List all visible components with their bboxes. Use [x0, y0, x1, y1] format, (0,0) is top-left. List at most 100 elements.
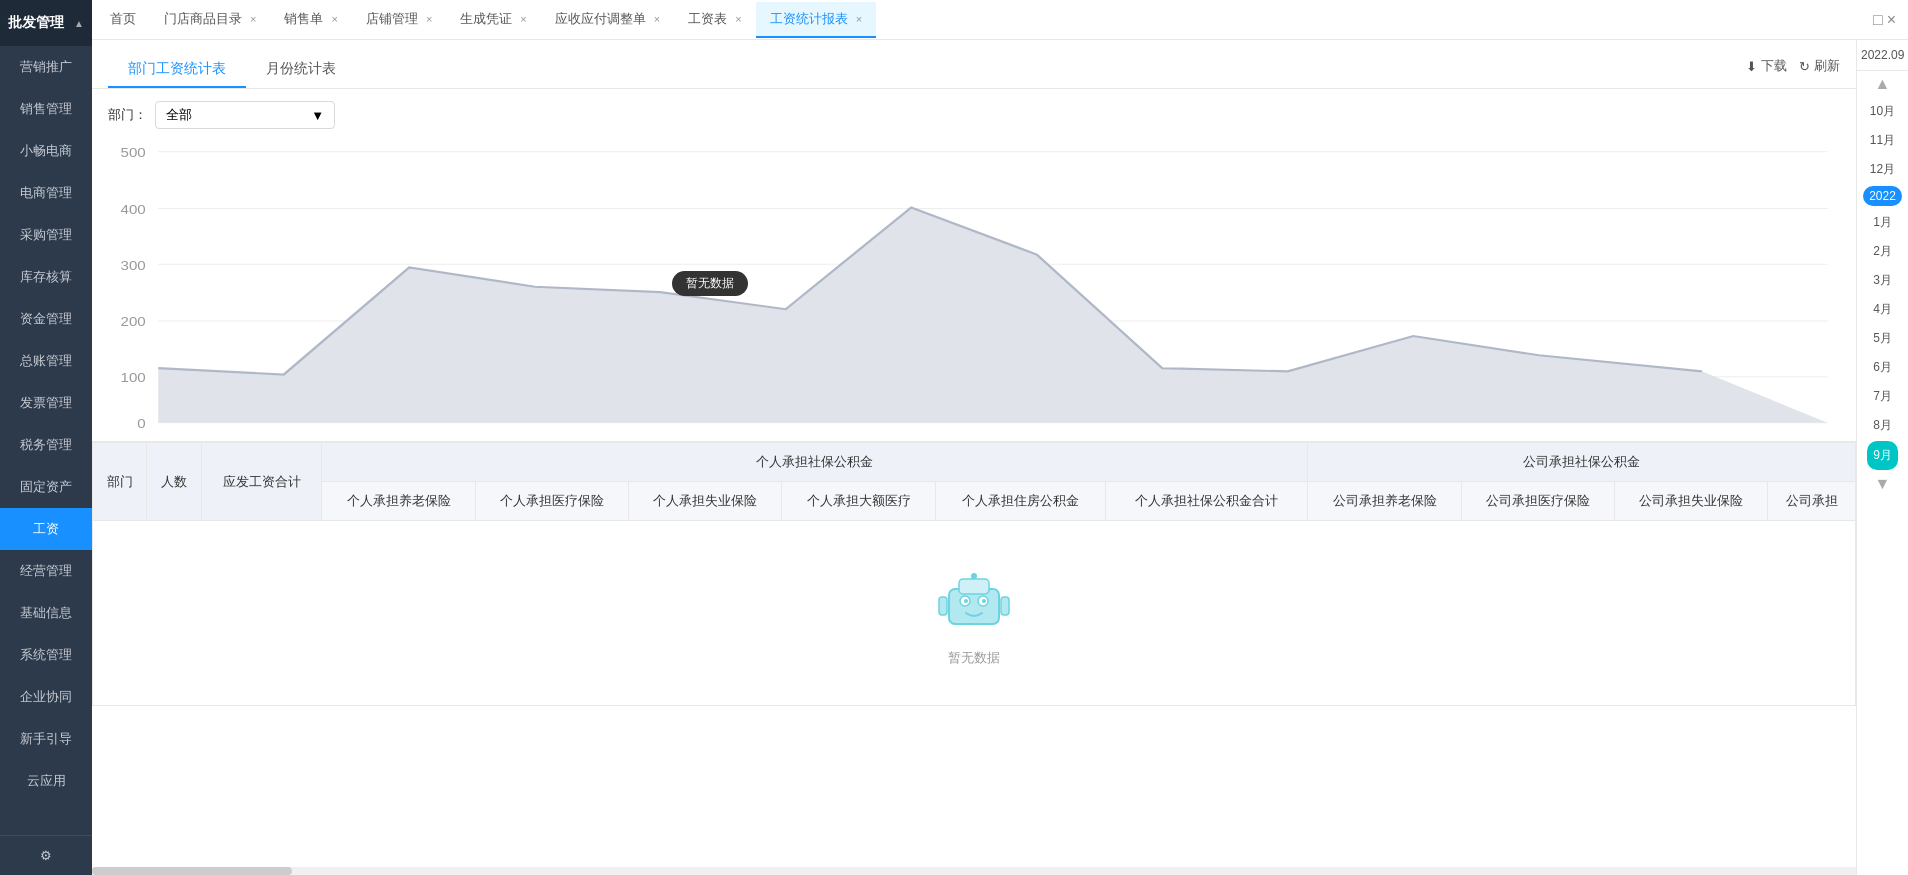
sidebar-item-小畅电商[interactable]: 小畅电商 — [0, 130, 92, 172]
date-item-4月[interactable]: 4月 — [1863, 295, 1902, 324]
svg-text:200: 200 — [121, 314, 146, 329]
dept-select-value: 全部 — [166, 106, 192, 124]
tab-close-icon[interactable]: × — [654, 13, 660, 25]
col-个人承担医疗保险: 个人承担医疗保险 — [475, 482, 628, 521]
tab-门店商品目录[interactable]: 门店商品目录× — [150, 2, 270, 38]
svg-rect-16 — [939, 597, 947, 615]
date-item-3月[interactable]: 3月 — [1863, 266, 1902, 295]
stats-table: 部门 人数 应发工资合计 个人承担社保公积金 公司承担社保公积金 个人承担养老保… — [92, 442, 1856, 706]
svg-text:500: 500 — [121, 145, 146, 160]
date-item-8月[interactable]: 8月 — [1863, 411, 1902, 440]
refresh-label: 刷新 — [1814, 57, 1840, 75]
refresh-button[interactable]: ↻ 刷新 — [1799, 57, 1840, 75]
sidebar-item-经营管理[interactable]: 经营管理 — [0, 550, 92, 592]
col-count: 人数 — [147, 443, 201, 521]
col-company-公司承担: 公司承担 — [1768, 482, 1856, 521]
tabbar-actions: □ × — [1873, 11, 1904, 29]
date-item-11月[interactable]: 11月 — [1863, 126, 1902, 155]
sub-tab-部门工资统计表[interactable]: 部门工资统计表 — [108, 52, 246, 88]
sidebar-item-工资[interactable]: 工资 — [0, 508, 92, 550]
date-item-1月[interactable]: 1月 — [1863, 208, 1902, 237]
tab-首页[interactable]: 首页 — [96, 2, 150, 38]
col-个人承担社保公积金合计: 个人承担社保公积金合计 — [1105, 482, 1308, 521]
close-all-button[interactable]: × — [1887, 11, 1896, 29]
download-label: 下载 — [1761, 57, 1787, 75]
sub-tabs: 部门工资统计表月份统计表 ⬇ 下载 ↻ 刷新 — [92, 40, 1856, 89]
tab-工资表[interactable]: 工资表× — [674, 2, 755, 38]
download-button[interactable]: ⬇ 下载 — [1746, 57, 1787, 75]
date-item-6月[interactable]: 6月 — [1863, 353, 1902, 382]
tabs-container: 首页门店商品目录×销售单×店铺管理×生成凭证×应收应付调整单×工资表×工资统计报… — [96, 2, 1873, 38]
col-个人承担住房公积金: 个人承担住房公积金 — [935, 482, 1105, 521]
tab-生成凭证[interactable]: 生成凭证× — [446, 2, 540, 38]
chart-svg: 500 400 300 200 100 0 — [108, 141, 1840, 441]
sidebar: 批发管理 ▲ 营销推广销售管理小畅电商电商管理采购管理库存核算资金管理总账管理发… — [0, 0, 92, 875]
tab-close-icon[interactable]: × — [426, 13, 432, 25]
download-icon: ⬇ — [1746, 59, 1757, 74]
sidebar-item-新手引导[interactable]: 新手引导 — [0, 718, 92, 760]
dept-select[interactable]: 全部 ▼ — [155, 101, 335, 129]
sub-tab-月份统计表[interactable]: 月份统计表 — [246, 52, 356, 88]
date-item-10月[interactable]: 10月 — [1863, 97, 1902, 126]
sidebar-item-云应用[interactable]: 云应用 — [0, 760, 92, 802]
sidebar-title: 批发管理 — [8, 14, 64, 32]
sidebar-header[interactable]: 批发管理 ▲ — [0, 0, 92, 46]
col-company-公司承担医疗保险: 公司承担医疗保险 — [1461, 482, 1614, 521]
settings-button[interactable]: ⚙ — [0, 835, 92, 875]
svg-rect-17 — [1001, 597, 1009, 615]
table-row: 暂无数据 — [93, 521, 1856, 706]
sidebar-collapse-icon: ▲ — [74, 18, 84, 29]
sidebar-item-销售管理[interactable]: 销售管理 — [0, 88, 92, 130]
sidebar-item-发票管理[interactable]: 发票管理 — [0, 382, 92, 424]
sidebar-item-固定资产[interactable]: 固定资产 — [0, 466, 92, 508]
date-item-5月[interactable]: 5月 — [1863, 324, 1902, 353]
col-group-personal: 个人承担社保公积金 — [322, 443, 1308, 482]
sidebar-item-营销推广[interactable]: 营销推广 — [0, 46, 92, 88]
tab-close-icon[interactable]: × — [250, 13, 256, 25]
sidebar-item-企业协同[interactable]: 企业协同 — [0, 676, 92, 718]
date-items-container: 10月11月12月20221月2月3月4月5月6月7月8月9月 — [1863, 97, 1902, 471]
tab-close-icon[interactable]: × — [331, 13, 337, 25]
date-nav-up[interactable]: ▲ — [1871, 71, 1895, 97]
date-item-7月[interactable]: 7月 — [1863, 382, 1902, 411]
chevron-down-icon: ▼ — [311, 108, 324, 123]
col-个人承担养老保险: 个人承担养老保险 — [322, 482, 475, 521]
date-item-12月[interactable]: 12月 — [1863, 155, 1902, 184]
settings-icon: ⚙ — [40, 848, 52, 863]
tab-店铺管理[interactable]: 店铺管理× — [352, 2, 446, 38]
svg-text:400: 400 — [121, 202, 146, 217]
sub-tabs-right: ⬇ 下载 ↻ 刷新 — [1746, 57, 1840, 83]
tab-工资统计报表[interactable]: 工资统计报表× — [756, 2, 876, 38]
date-item-9月[interactable]: 9月 — [1867, 441, 1898, 470]
tab-销售单[interactable]: 销售单× — [270, 2, 351, 38]
main-area: 首页门店商品目录×销售单×店铺管理×生成凭证×应收应付调整单×工资表×工资统计报… — [92, 0, 1908, 875]
date-nav-down[interactable]: ▼ — [1871, 471, 1895, 497]
sidebar-item-税务管理[interactable]: 税务管理 — [0, 424, 92, 466]
sidebar-item-系统管理[interactable]: 系统管理 — [0, 634, 92, 676]
empty-state: 暂无数据 — [101, 529, 1847, 697]
sidebar-item-电商管理[interactable]: 电商管理 — [0, 172, 92, 214]
sidebar-item-总账管理[interactable]: 总账管理 — [0, 340, 92, 382]
sidebar-item-资金管理[interactable]: 资金管理 — [0, 298, 92, 340]
restore-button[interactable]: □ — [1873, 11, 1883, 29]
refresh-icon: ↻ — [1799, 59, 1810, 74]
scroll-thumb — [92, 867, 292, 875]
tab-close-icon[interactable]: × — [856, 13, 862, 25]
scroll-indicator[interactable] — [92, 867, 1856, 875]
sidebar-item-采购管理[interactable]: 采购管理 — [0, 214, 92, 256]
col-group-company: 公司承担社保公积金 — [1308, 443, 1856, 482]
filter-label: 部门： — [108, 106, 147, 124]
date-item-2月[interactable]: 2月 — [1863, 237, 1902, 266]
sidebar-item-基础信息[interactable]: 基础信息 — [0, 592, 92, 634]
date-year-2022[interactable]: 2022 — [1863, 186, 1902, 206]
col-company-公司承担失业保险: 公司承担失业保险 — [1615, 482, 1768, 521]
tab-close-icon[interactable]: × — [735, 13, 741, 25]
page: 部门工资统计表月份统计表 ⬇ 下载 ↻ 刷新 部门： 全部 ▼ — [92, 40, 1856, 875]
tab-应收应付调整单[interactable]: 应收应付调整单× — [541, 2, 674, 38]
empty-icon — [934, 559, 1014, 639]
tab-close-icon[interactable]: × — [520, 13, 526, 25]
col-company-公司承担养老保险: 公司承担养老保险 — [1308, 482, 1461, 521]
table-area[interactable]: 部门 人数 应发工资合计 个人承担社保公积金 公司承担社保公积金 个人承担养老保… — [92, 441, 1856, 867]
sidebar-item-库存核算[interactable]: 库存核算 — [0, 256, 92, 298]
table-sub-headers: 个人承担养老保险个人承担医疗保险个人承担失业保险个人承担大额医疗个人承担住房公积… — [93, 482, 1856, 521]
